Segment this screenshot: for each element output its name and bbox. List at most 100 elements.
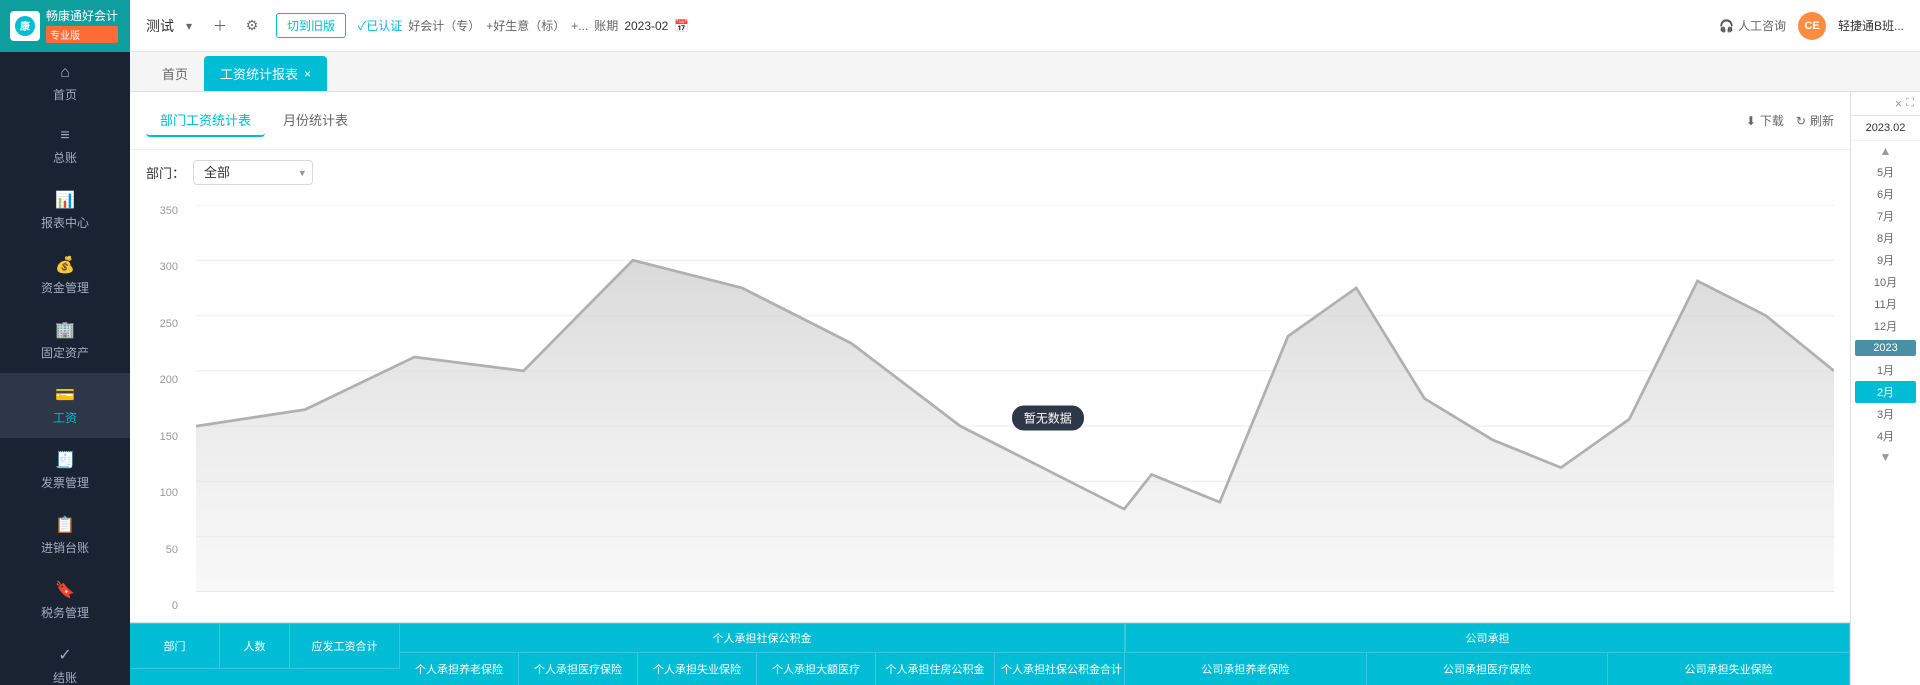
tab-home[interactable]: 首页 [146, 56, 204, 91]
logo-icon: 康 [10, 11, 40, 41]
company-group-cols: 公司承担养老保险 公司承担医疗保险 公司承担失业保险 [1125, 653, 1850, 685]
dept-select[interactable]: 全部 财务部 技术部 销售部 [193, 160, 313, 185]
y-label-250: 250 [146, 318, 186, 330]
tab-bar: 首页 工资统计报表 × [130, 52, 1920, 92]
panel-up-icon[interactable]: ▲ [1877, 141, 1895, 161]
month-11[interactable]: 11月 [1851, 293, 1920, 315]
chart-tooltip: 暂无数据 [1012, 405, 1084, 430]
nav-label: 总账 [53, 149, 77, 166]
svg-text:康: 康 [20, 20, 31, 33]
panel-expand-icon[interactable]: ⛶ [1906, 97, 1914, 110]
nav-icon: 📋 [55, 515, 75, 535]
content-toolbar: 部门工资统计表 月份统计表 ⬇ 下载 ↻ 刷新 [130, 92, 1850, 150]
company-group-header: 公司承担 [1125, 624, 1850, 653]
help-label: 人工咨询 [1738, 17, 1786, 34]
th-salary-total: 应发工资合计 [290, 624, 400, 669]
chart-inner: 暂无数据 [196, 205, 1834, 592]
user-service-btn[interactable]: 🎧 人工咨询 [1719, 17, 1786, 34]
sidebar-item-资金管理[interactable]: 💰资金管理 [0, 243, 130, 308]
y-label-200: 200 [146, 374, 186, 386]
logo-text: 畅康通好会计 [46, 9, 118, 25]
nav-icon: 💳 [55, 385, 75, 405]
sidebar-item-固定资产[interactable]: 🏢固定资产 [0, 308, 130, 373]
refresh-label: 刷新 [1810, 112, 1834, 129]
month-7[interactable]: 7月 [1851, 205, 1920, 227]
chart-area: 350 300 250 200 150 100 50 0 [130, 195, 1850, 622]
tag-good-acct: 好会计（专） [408, 17, 480, 34]
switch-button[interactable]: 切到旧版 [276, 13, 346, 38]
logo: 康 畅康通好会计 专业版 [0, 0, 130, 52]
refresh-btn[interactable]: ↻ 刷新 [1796, 112, 1834, 129]
th-count: 人数 [220, 624, 290, 669]
y-label-0: 0 [146, 600, 186, 612]
right-panel: × ⛶ 2023.02 ▲ 5月 6月 7月 8月 9月 10月 11月 12月 [1850, 92, 1920, 685]
main-content: 测试 ▾ ＋ ⚙ 切到旧版 ✓已认证 好会计（专） +好生意（标） +... 账… [130, 0, 1920, 685]
panel-header: × ⛶ [1851, 92, 1920, 116]
nav-label: 工资 [53, 409, 77, 426]
th-personal-housing: 个人承担住房公积金 [876, 653, 995, 685]
nav-icon: 🏢 [55, 320, 75, 340]
sidebar-item-报表中心[interactable]: 📊报表中心 [0, 178, 130, 243]
sub-tab-dept[interactable]: 部门工资统计表 [146, 104, 265, 137]
user-avatar: CE [1798, 12, 1826, 40]
tab-salary-report[interactable]: 工资统计报表 × [204, 56, 327, 91]
logo-badge: 专业版 [46, 26, 118, 43]
sidebar-item-结账[interactable]: ✓结账 [0, 633, 130, 685]
sub-tab-monthly[interactable]: 月份统计表 [269, 104, 362, 137]
th-company-old: 公司承担养老保险 [1125, 653, 1367, 685]
panel-close-icon[interactable]: × [1895, 96, 1903, 111]
settings-icon[interactable]: ⚙ [240, 14, 264, 38]
nav-label: 税务管理 [41, 604, 89, 621]
add-icon[interactable]: ＋ [208, 14, 232, 38]
topbar: 测试 ▾ ＋ ⚙ 切到旧版 ✓已认证 好会计（专） +好生意（标） +... 账… [130, 0, 1920, 52]
headset-icon: 🎧 [1719, 19, 1734, 33]
nav-label: 报表中心 [41, 214, 89, 231]
personal-group-header: 个人承担社保公积金 [400, 624, 1125, 653]
topbar-dropdown[interactable]: ▾ [186, 19, 192, 33]
personal-group-cols: 个人承担养老保险 个人承担医疗保险 个人承担失业保险 个人承担大额医疗 个人承担… [400, 653, 1125, 685]
panel-down-icon[interactable]: ▼ [1877, 447, 1895, 467]
month-3[interactable]: 3月 [1851, 403, 1920, 425]
th-personal-unemp: 个人承担失业保险 [638, 653, 757, 685]
download-btn[interactable]: ⬇ 下载 [1746, 112, 1784, 129]
sidebar-item-税务管理[interactable]: 🔖 税务管理 [0, 568, 130, 633]
filter-label: 部门： [146, 163, 185, 182]
chart-wrap: 350 300 250 200 150 100 50 0 [146, 205, 1834, 612]
sidebar-item-进销台账[interactable]: 📋 进销台账 [0, 503, 130, 568]
sidebar: 康 畅康通好会计 专业版 ⌂首页≡总账📊报表中心💰资金管理🏢固定资产 💳 工资 🧾发票… [0, 0, 130, 685]
th-company-unemp: 公司承担失业保险 [1608, 653, 1850, 685]
month-8[interactable]: 8月 [1851, 227, 1920, 249]
month-2-active[interactable]: 2月 [1855, 381, 1916, 403]
sidebar-item-发票管理[interactable]: 🧾发票管理 [0, 438, 130, 503]
month-5[interactable]: 5月 [1851, 161, 1920, 183]
sidebar-item-工资[interactable]: 💳 工资 [0, 373, 130, 438]
filter-bar: 部门： 全部 财务部 技术部 销售部 [130, 150, 1850, 195]
sidebar-item-首页[interactable]: ⌂首页 [0, 52, 130, 115]
tag-more: +... [571, 19, 588, 33]
year-2023-label: 2023 [1855, 340, 1916, 356]
prev-year-months: 5月 6月 7月 8月 9月 10月 11月 12月 [1851, 161, 1920, 337]
filter-select-wrap: 全部 财务部 技术部 销售部 [193, 160, 313, 185]
bottom-table: 部门 人数 应发工资合计 个人承担社保公积金 个人承担养老保险 个人承担医疗保险 [130, 622, 1850, 685]
month-1[interactable]: 1月 [1851, 359, 1920, 381]
nav-icon: 🔖 [55, 580, 75, 600]
download-icon: ⬇ [1746, 114, 1756, 128]
tag-certified: ✓已认证 [358, 17, 402, 34]
fixed-cols: 部门 人数 应发工资合计 [130, 624, 400, 685]
logo-text-wrap: 畅康通好会计 专业版 [46, 9, 118, 44]
y-axis: 350 300 250 200 150 100 50 0 [146, 205, 186, 612]
topbar-title: 测试 [146, 16, 174, 36]
toolbar-btns: ⬇ 下载 ↻ 刷新 [1746, 112, 1834, 129]
content-area: 部门工资统计表 月份统计表 ⬇ 下载 ↻ 刷新 [130, 92, 1920, 685]
month-9[interactable]: 9月 [1851, 249, 1920, 271]
month-6[interactable]: 6月 [1851, 183, 1920, 205]
month-12[interactable]: 12月 [1851, 315, 1920, 337]
calendar-icon[interactable]: 📅 [674, 19, 689, 33]
nav-label: 进销台账 [41, 539, 89, 556]
sidebar-item-总账[interactable]: ≡总账 [0, 115, 130, 178]
month-4[interactable]: 4月 [1851, 425, 1920, 447]
month-10[interactable]: 10月 [1851, 271, 1920, 293]
tab-close-icon[interactable]: × [304, 67, 311, 81]
th-dept: 部门 [130, 624, 220, 669]
nav-label: 首页 [53, 86, 77, 103]
